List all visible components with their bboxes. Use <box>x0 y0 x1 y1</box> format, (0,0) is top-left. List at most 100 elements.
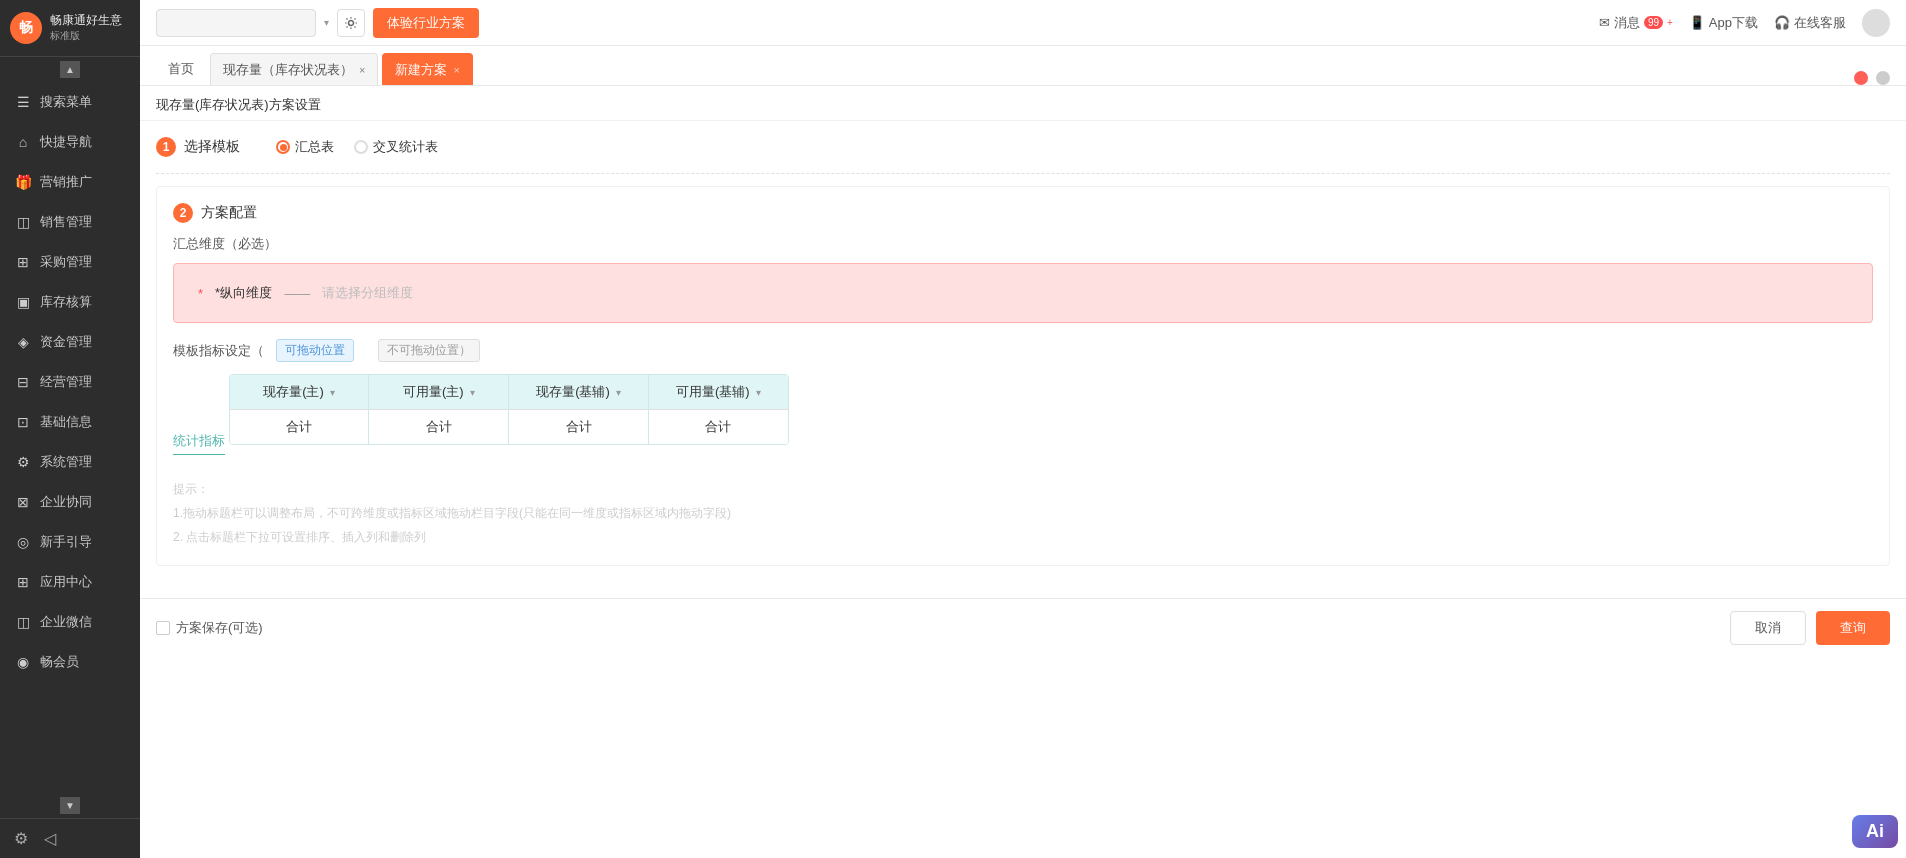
dropdown-arrow-icon[interactable]: ▾ <box>324 17 329 28</box>
query-button[interactable]: 查询 <box>1816 611 1890 645</box>
footer-speaker-icon[interactable]: ◁ <box>44 829 56 848</box>
trial-button[interactable]: 体验行业方案 <box>373 8 479 38</box>
tab-new-plan-close[interactable]: × <box>453 64 459 76</box>
col-header-3[interactable]: 现存量(基辅) ▾ <box>509 375 649 409</box>
tab-inventory-status-label: 现存量（库存状况表） <box>223 61 353 79</box>
col-label-2: 可用量(主) <box>403 383 464 401</box>
sidebar-item-label-finance: 资金管理 <box>40 333 92 351</box>
tab-inventory-status[interactable]: 现存量（库存状况表） × <box>210 53 378 85</box>
radio-summary-circle <box>276 140 290 154</box>
sidebar: 畅 畅康通好生意 标准版 ▲ ☰ 搜索菜单 ⌂ 快捷导航 🎁 营销推广 ◫ 销售… <box>0 0 140 858</box>
tip2: 2. 点击标题栏下拉可设置排序、插入列和删除列 <box>173 525 1873 549</box>
ai-badge[interactable]: Ai <box>1852 815 1898 848</box>
col-dropdown-2[interactable]: ▾ <box>470 387 475 398</box>
sidebar-item-inventory[interactable]: ▣ 库存核算 <box>0 282 140 322</box>
logo-icon: 畅 <box>10 12 42 44</box>
sidebar-item-purchase[interactable]: ⊞ 采购管理 <box>0 242 140 282</box>
app-center-icon: ⊞ <box>14 573 32 591</box>
col-header-4[interactable]: 可用量(基辅) ▾ <box>649 375 788 409</box>
messages-badge: 99 <box>1644 16 1663 29</box>
logo-badge: 标准版 <box>50 29 122 43</box>
messages-item[interactable]: ✉ 消息 99 + <box>1599 14 1673 32</box>
window-close-button[interactable] <box>1854 71 1868 85</box>
col-dropdown-3[interactable]: ▾ <box>616 387 621 398</box>
phone-icon: 📱 <box>1689 15 1705 30</box>
sales-icon: ◫ <box>14 213 32 231</box>
window-expand-button[interactable] <box>1876 71 1890 85</box>
section-template: 1 选择模板 汇总表 交叉统计表 <box>156 137 1890 157</box>
tab-home[interactable]: 首页 <box>156 53 206 85</box>
sidebar-item-newbie[interactable]: ◎ 新手引导 <box>0 522 140 562</box>
sidebar-item-label-sales: 销售管理 <box>40 213 92 231</box>
tab-home-label: 首页 <box>168 60 194 78</box>
message-icon: ✉ <box>1599 15 1610 30</box>
sidebar-nav: ☰ 搜索菜单 ⌂ 快捷导航 🎁 营销推广 ◫ 销售管理 ⊞ 采购管理 ▣ 库存核… <box>0 82 140 793</box>
sidebar-item-contract[interactable]: ⊠ 企业协同 <box>0 482 140 522</box>
col-dropdown-1[interactable]: ▾ <box>330 387 335 398</box>
sidebar-item-label-system: 系统管理 <box>40 453 92 471</box>
radio-cross[interactable]: 交叉统计表 <box>354 138 438 156</box>
sidebar-item-search[interactable]: ☰ 搜索菜单 <box>0 82 140 122</box>
search-bar[interactable] <box>156 9 316 37</box>
sidebar-item-finance[interactable]: ◈ 资金管理 <box>0 322 140 362</box>
cancel-button[interactable]: 取消 <box>1730 611 1806 645</box>
sidebar-item-quick-nav[interactable]: ⌂ 快捷导航 <box>0 122 140 162</box>
col-label-1: 现存量(主) <box>263 383 324 401</box>
sidebar-item-sales[interactable]: ◫ 销售管理 <box>0 202 140 242</box>
logo-text-area: 畅康通好生意 标准版 <box>50 13 122 43</box>
tab-new-plan[interactable]: 新建方案 × <box>382 53 472 85</box>
stats-label: 统计指标 <box>173 432 225 455</box>
main-area: ▾ 体验行业方案 ✉ 消息 99 + 📱 App下载 🎧 <box>140 0 1906 858</box>
tab-inventory-status-close[interactable]: × <box>359 64 365 76</box>
wechat-icon: ◫ <box>14 613 32 631</box>
sidebar-item-wechat[interactable]: ◫ 企业微信 <box>0 602 140 642</box>
sidebar-item-basic[interactable]: ⊡ 基础信息 <box>0 402 140 442</box>
col-header-2[interactable]: 可用量(主) ▾ <box>369 375 509 409</box>
dimension-title: 汇总维度（必选） <box>173 235 1873 253</box>
col-header-1[interactable]: 现存量(主) ▾ <box>230 375 370 409</box>
sidebar-item-label-operations: 经营管理 <box>40 373 92 391</box>
content-area: 现存量(库存状况表)方案设置 1 选择模板 汇总表 交叉统计表 <box>140 86 1906 858</box>
footer-gear-icon[interactable]: ⚙ <box>14 829 28 848</box>
col-label-4: 可用量(基辅) <box>676 383 750 401</box>
sidebar-item-member[interactable]: ◉ 畅会员 <box>0 642 140 682</box>
col-label-3: 现存量(基辅) <box>536 383 610 401</box>
online-service-item[interactable]: 🎧 在线客服 <box>1774 14 1846 32</box>
sidebar-item-label-quick-nav: 快捷导航 <box>40 133 92 151</box>
save-option-label: 方案保存(可选) <box>176 619 263 637</box>
breadcrumb-text: 现存量(库存状况表)方案设置 <box>156 97 321 112</box>
headset-icon: 🎧 <box>1774 15 1790 30</box>
breadcrumb: 现存量(库存状况表)方案设置 <box>140 86 1906 121</box>
radio-summary-label: 汇总表 <box>295 138 334 156</box>
sidebar-item-marketing[interactable]: 🎁 营销推广 <box>0 162 140 202</box>
bottom-bar: 方案保存(可选) 取消 查询 <box>140 598 1906 657</box>
system-icon: ⚙ <box>14 453 32 471</box>
logo-name: 畅康通好生意 <box>50 13 122 29</box>
radio-summary[interactable]: 汇总表 <box>276 138 334 156</box>
dimension-box[interactable]: * *纵向维度 —— 请选择分组维度 <box>173 263 1873 323</box>
radio-cross-circle <box>354 140 368 154</box>
scroll-down-btn[interactable]: ▼ <box>60 797 80 814</box>
cell-3: 合计 <box>509 410 649 444</box>
user-avatar[interactable] <box>1862 9 1890 37</box>
table-header-row: 现存量(主) ▾ 可用量(主) ▾ 现存量(基辅) ▾ <box>230 375 788 409</box>
sidebar-item-app-center[interactable]: ⊞ 应用中心 <box>0 562 140 602</box>
stats-table: 现存量(主) ▾ 可用量(主) ▾ 现存量(基辅) ▾ <box>229 374 789 445</box>
sidebar-item-label-newbie: 新手引导 <box>40 533 92 551</box>
divider1 <box>156 173 1890 174</box>
topbar-gear-button[interactable] <box>337 9 365 37</box>
sidebar-item-label-app-center: 应用中心 <box>40 573 92 591</box>
app-download-item[interactable]: 📱 App下载 <box>1689 14 1758 32</box>
sidebar-logo: 畅 畅康通好生意 标准版 <box>0 0 140 57</box>
save-checkbox[interactable] <box>156 621 170 635</box>
sidebar-item-label-basic: 基础信息 <box>40 413 92 431</box>
col-dropdown-4[interactable]: ▾ <box>756 387 761 398</box>
sidebar-item-operations[interactable]: ⊟ 经营管理 <box>0 362 140 402</box>
home-icon: ⌂ <box>14 133 32 151</box>
indicator-setting-row: 模板指标设定（ 可拖动位置 不可拖动位置） <box>173 339 1873 362</box>
scroll-up-btn[interactable]: ▲ <box>60 61 80 78</box>
sidebar-item-system[interactable]: ⚙ 系统管理 <box>0 442 140 482</box>
form-body: 1 选择模板 汇总表 交叉统计表 <box>140 121 1906 598</box>
indicator-setting-label: 模板指标设定（ <box>173 342 264 360</box>
tips-area: 提示： 1.拖动标题栏可以调整布局，不可跨维度或指标区域拖动栏目字段(只能在同一… <box>173 477 1873 549</box>
